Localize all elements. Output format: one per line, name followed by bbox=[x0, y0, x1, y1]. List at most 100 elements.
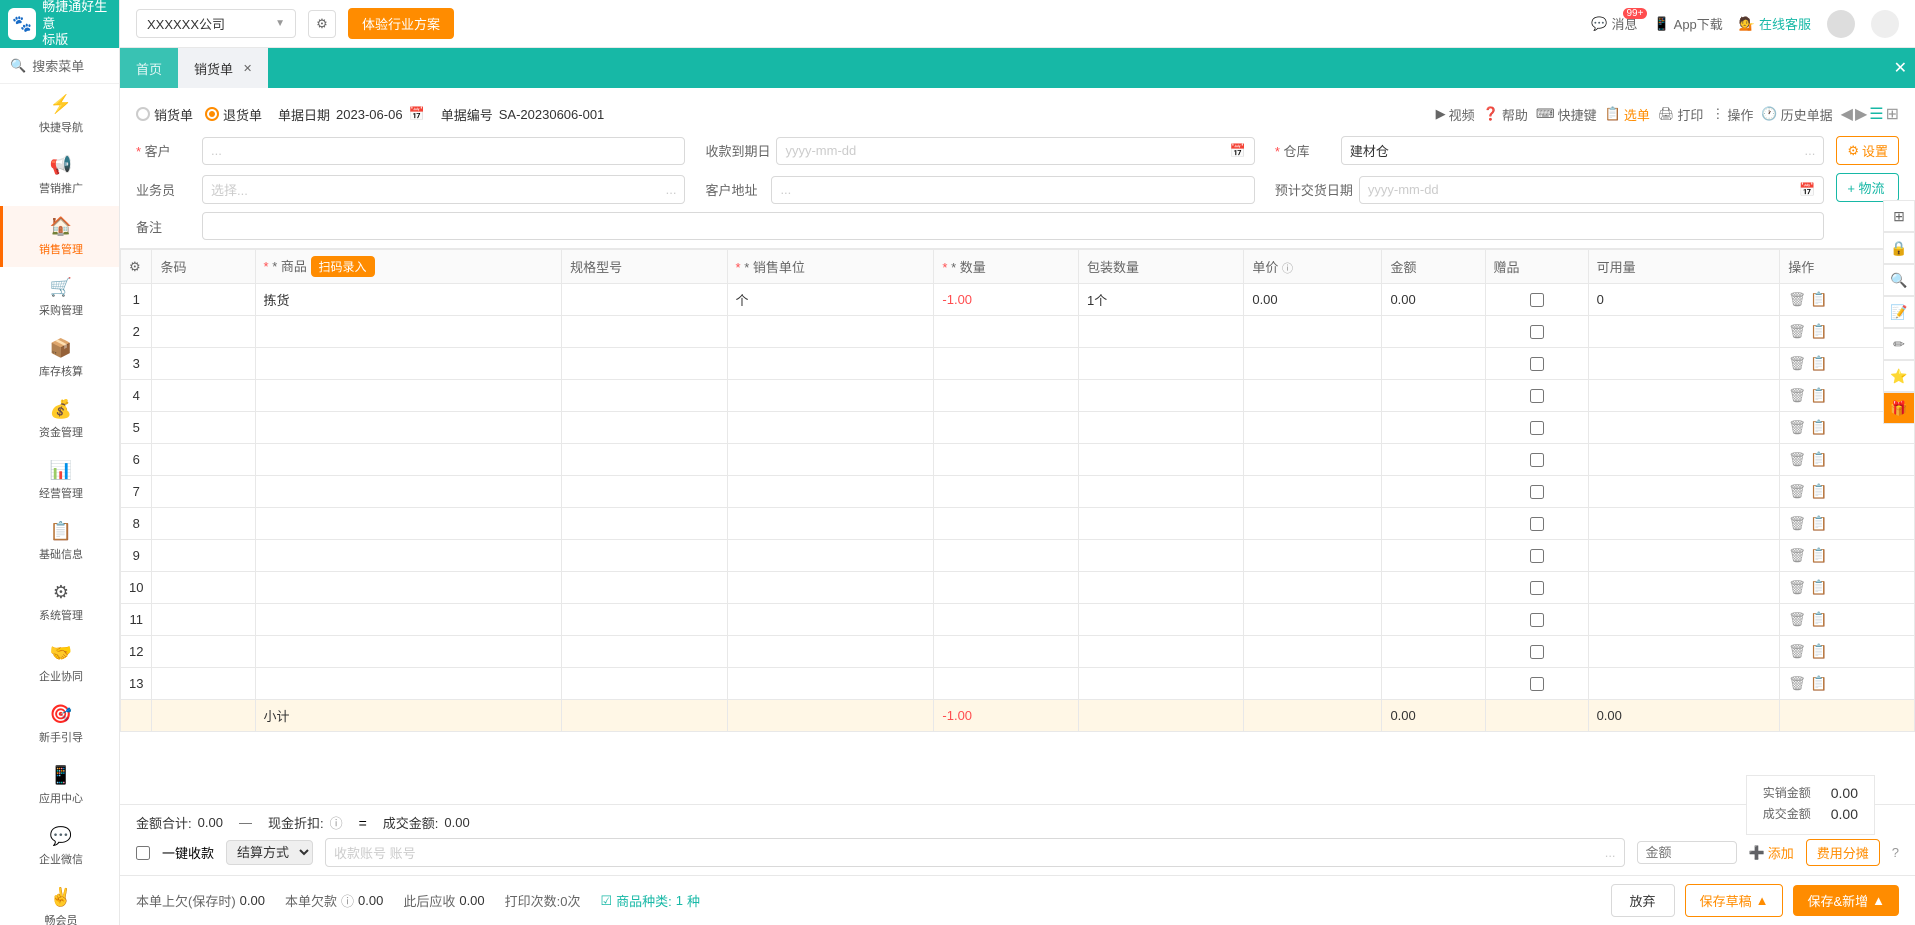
tab-close-icon[interactable]: ✕ bbox=[243, 62, 252, 75]
sidebar-search[interactable]: 🔍 搜索菜单 bbox=[0, 48, 119, 84]
payment-method-select[interactable]: 结算方式 bbox=[226, 840, 313, 865]
row-amount-2[interactable] bbox=[1382, 316, 1485, 348]
float-btn-panel6[interactable]: ⭐ bbox=[1883, 360, 1915, 392]
scan-button[interactable]: 扫码录入 bbox=[311, 256, 375, 277]
delete-row-10[interactable]: 🗑 bbox=[1788, 579, 1806, 596]
online-service-button[interactable]: 💁 在线客服 bbox=[1739, 14, 1811, 33]
delete-row-12[interactable]: 🗑 bbox=[1788, 643, 1806, 660]
help-button[interactable]: ❓ 帮助 bbox=[1483, 105, 1528, 124]
user-avatar[interactable] bbox=[1827, 10, 1855, 38]
row-product-11[interactable] bbox=[255, 604, 562, 636]
row-amount-5[interactable] bbox=[1382, 412, 1485, 444]
row-spec-3[interactable] bbox=[562, 348, 727, 380]
copy-row-4[interactable]: 📋 bbox=[1810, 387, 1827, 404]
row-barcode-10[interactable] bbox=[152, 572, 255, 604]
gift-checkbox-10[interactable] bbox=[1530, 581, 1544, 595]
delete-row-8[interactable]: 🗑 bbox=[1788, 515, 1806, 532]
row-spec-10[interactable] bbox=[562, 572, 727, 604]
prev-page-icon[interactable]: ◀ bbox=[1841, 104, 1853, 124]
float-btn-panel1[interactable]: ⊞ bbox=[1883, 200, 1915, 232]
row-amount-6[interactable] bbox=[1382, 444, 1485, 476]
row-pkg-qty-11[interactable] bbox=[1078, 604, 1243, 636]
row-product-6[interactable] bbox=[255, 444, 562, 476]
row-pkg-qty-6[interactable] bbox=[1078, 444, 1243, 476]
row-gift-8[interactable] bbox=[1485, 508, 1588, 540]
row-price-2[interactable] bbox=[1244, 316, 1382, 348]
row-gift-4[interactable] bbox=[1485, 380, 1588, 412]
row-unit-6[interactable] bbox=[727, 444, 934, 476]
settings-button[interactable]: ⚙ 设置 bbox=[1836, 136, 1899, 165]
sidebar-item-basic[interactable]: 📋基础信息 bbox=[0, 511, 119, 572]
row-price-6[interactable] bbox=[1244, 444, 1382, 476]
row-spec-9[interactable] bbox=[562, 540, 727, 572]
row-qty-2[interactable] bbox=[934, 316, 1079, 348]
row-amount-10[interactable] bbox=[1382, 572, 1485, 604]
row-product-2[interactable] bbox=[255, 316, 562, 348]
radio-sales-order[interactable]: 销货单 bbox=[136, 105, 193, 124]
fee-question-icon[interactable]: ? bbox=[1892, 845, 1899, 860]
row-gift-5[interactable] bbox=[1485, 412, 1588, 444]
row-spec-6[interactable] bbox=[562, 444, 727, 476]
print-button[interactable]: 🖨 打印 bbox=[1658, 105, 1704, 124]
delete-row-9[interactable]: 🗑 bbox=[1788, 547, 1806, 564]
row-spec-7[interactable] bbox=[562, 476, 727, 508]
row-qty-11[interactable] bbox=[934, 604, 1079, 636]
row-amount-13[interactable] bbox=[1382, 668, 1485, 700]
row-pkg-qty-10[interactable] bbox=[1078, 572, 1243, 604]
row-gift-12[interactable] bbox=[1485, 636, 1588, 668]
row-pkg-qty-2[interactable] bbox=[1078, 316, 1243, 348]
row-unit-12[interactable] bbox=[727, 636, 934, 668]
row-barcode-3[interactable] bbox=[152, 348, 255, 380]
sidebar-item-sales[interactable]: 🏠销售管理 bbox=[0, 206, 119, 267]
row-unit-3[interactable] bbox=[727, 348, 934, 380]
row-unit-13[interactable] bbox=[727, 668, 934, 700]
row-price-7[interactable] bbox=[1244, 476, 1382, 508]
row-unit-8[interactable] bbox=[727, 508, 934, 540]
user-avatar2[interactable] bbox=[1871, 10, 1899, 38]
sidebar-item-system[interactable]: ⚙系统管理 bbox=[0, 572, 119, 633]
copy-row-10[interactable]: 📋 bbox=[1810, 579, 1827, 596]
row-product-13[interactable] bbox=[255, 668, 562, 700]
sidebar-item-wechat[interactable]: 💬企业微信 bbox=[0, 816, 119, 877]
row-gift-7[interactable] bbox=[1485, 476, 1588, 508]
row-gift-3[interactable] bbox=[1485, 348, 1588, 380]
copy-row-3[interactable]: 📋 bbox=[1810, 355, 1827, 372]
due-date-input[interactable]: yyyy-mm-dd 📅 bbox=[776, 137, 1254, 165]
row-pkg-qty-8[interactable] bbox=[1078, 508, 1243, 540]
row-price-12[interactable] bbox=[1244, 636, 1382, 668]
row-price-13[interactable] bbox=[1244, 668, 1382, 700]
account-input[interactable]: 收款账号 账号 ... bbox=[325, 838, 1625, 867]
row-amount-4[interactable] bbox=[1382, 380, 1485, 412]
row-product-4[interactable] bbox=[255, 380, 562, 412]
sidebar-item-finance[interactable]: 💰资金管理 bbox=[0, 389, 119, 450]
one-click-pay-checkbox[interactable] bbox=[136, 846, 150, 860]
row-spec-12[interactable] bbox=[562, 636, 727, 668]
gift-checkbox-3[interactable] bbox=[1530, 357, 1544, 371]
close-tab-icon[interactable]: ✕ bbox=[1894, 58, 1907, 78]
expected-date-input[interactable]: yyyy-mm-dd 📅 bbox=[1359, 176, 1824, 204]
copy-row-12[interactable]: 📋 bbox=[1810, 643, 1827, 660]
row-product-7[interactable] bbox=[255, 476, 562, 508]
row-product-1[interactable]: 拣货 bbox=[255, 284, 562, 316]
copy-row-2[interactable]: 📋 bbox=[1810, 323, 1827, 340]
delete-row-11[interactable]: 🗑 bbox=[1788, 611, 1806, 628]
row-gift-6[interactable] bbox=[1485, 444, 1588, 476]
goods-type[interactable]: ☑ 商品种类: 1 种 bbox=[601, 891, 701, 910]
row-gift-10[interactable] bbox=[1485, 572, 1588, 604]
float-btn-panel2[interactable]: 🔒 bbox=[1883, 232, 1915, 264]
tab-home[interactable]: 首页 bbox=[120, 48, 178, 88]
row-spec-11[interactable] bbox=[562, 604, 727, 636]
row-price-3[interactable] bbox=[1244, 348, 1382, 380]
trial-button[interactable]: 体验行业方案 bbox=[348, 8, 454, 39]
row-qty-8[interactable] bbox=[934, 508, 1079, 540]
row-spec-2[interactable] bbox=[562, 316, 727, 348]
gift-checkbox-13[interactable] bbox=[1530, 677, 1544, 691]
copy-row-8[interactable]: 📋 bbox=[1810, 515, 1827, 532]
row-barcode-13[interactable] bbox=[152, 668, 255, 700]
row-qty-10[interactable] bbox=[934, 572, 1079, 604]
delete-row-5[interactable]: 🗑 bbox=[1788, 419, 1806, 436]
row-product-3[interactable] bbox=[255, 348, 562, 380]
row-price-8[interactable] bbox=[1244, 508, 1382, 540]
sidebar-item-purchase[interactable]: 🛒采购管理 bbox=[0, 267, 119, 328]
row-amount-8[interactable] bbox=[1382, 508, 1485, 540]
